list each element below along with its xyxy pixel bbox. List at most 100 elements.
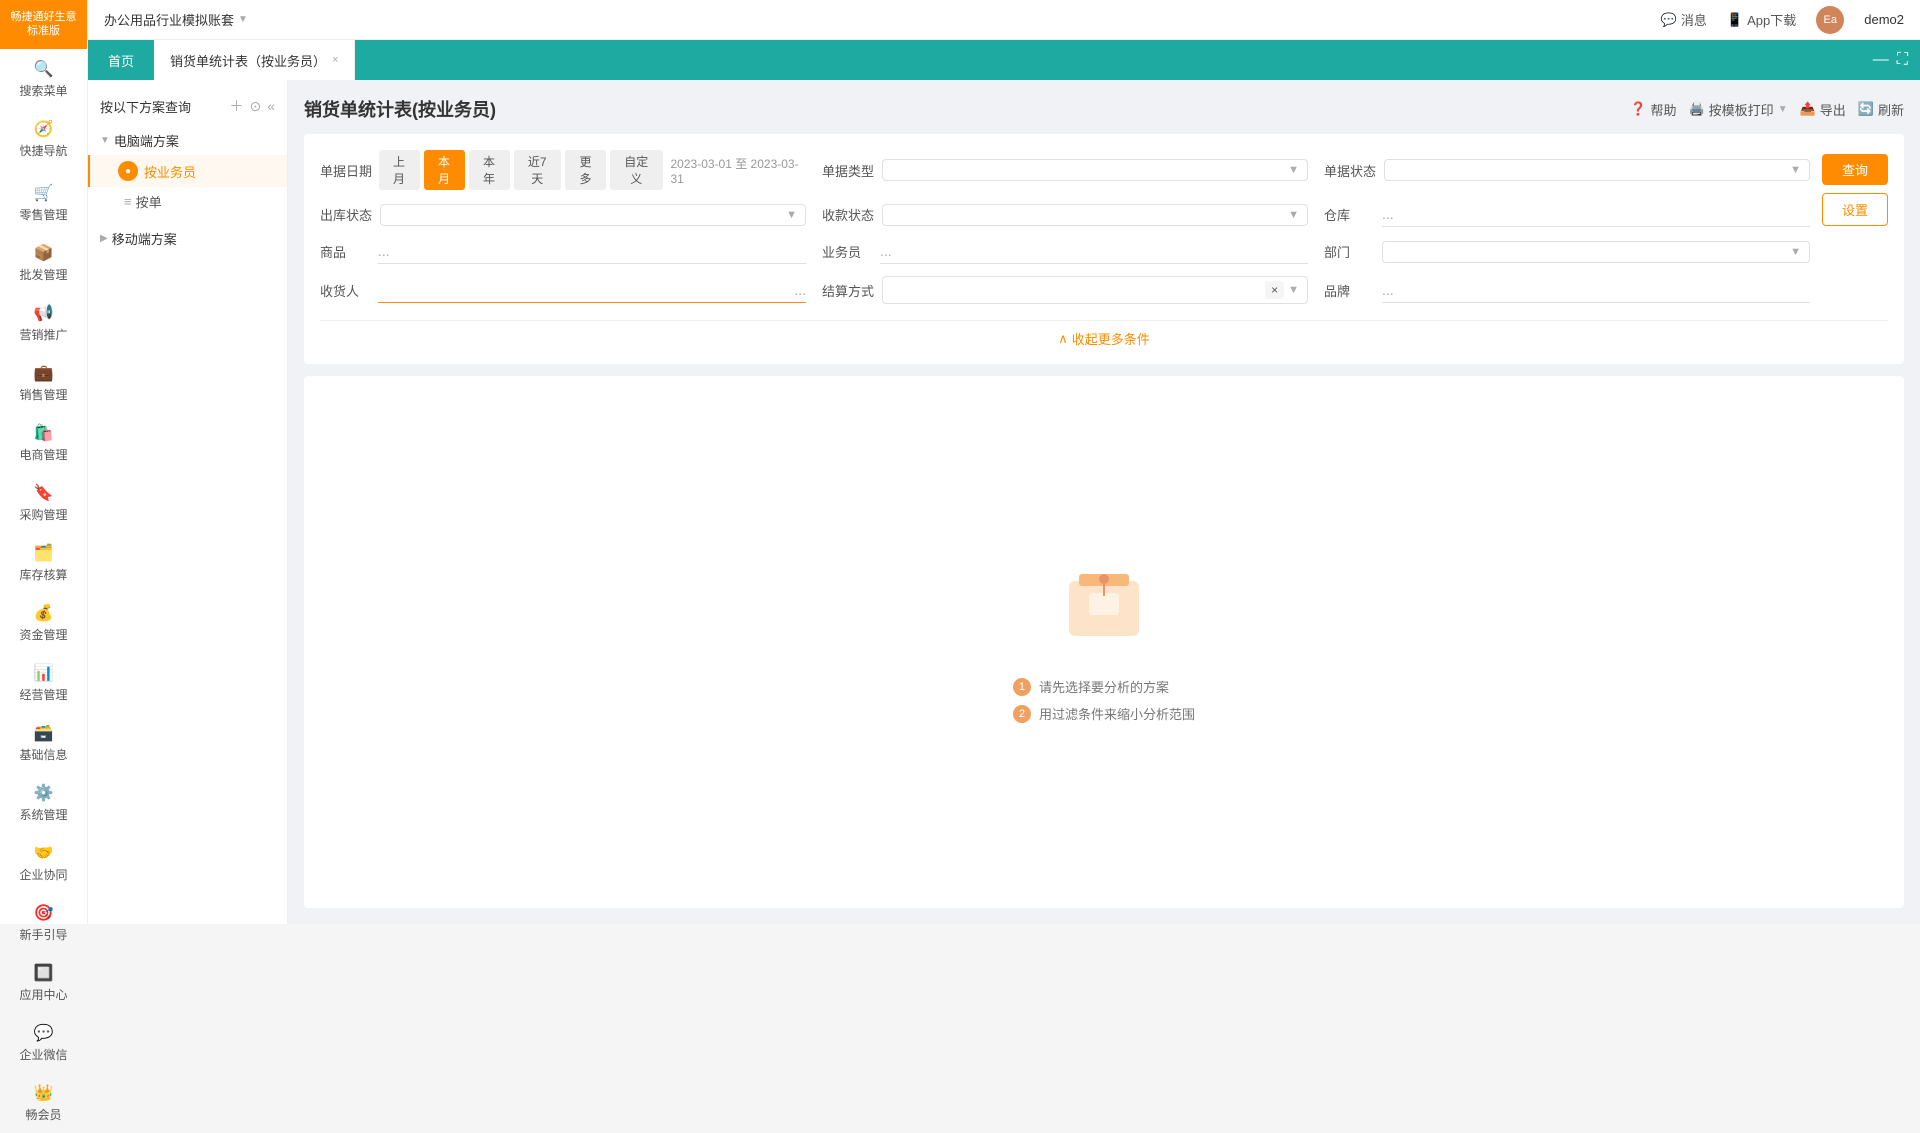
help-btn[interactable]: ❓ 帮助 <box>1630 100 1676 119</box>
query-btn[interactable]: 查询 <box>1822 154 1888 185</box>
sidebar-item-system[interactable]: ⚙️ 系统管理 <box>0 773 87 833</box>
sidebar-item-retail[interactable]: 🛒 零售管理 <box>0 173 87 233</box>
sidebar-newuser-label: 新手引导 <box>19 926 67 943</box>
date-btn-this-year[interactable]: 本年 <box>469 150 510 190</box>
chevron-down-icon: ▼ <box>100 135 110 146</box>
avatar[interactable]: Ea <box>1816 6 1844 34</box>
sidebar-ecommerce-label: 电商管理 <box>19 446 67 463</box>
print-btn[interactable]: 🖨️ 按模板打印 ▼ <box>1688 100 1787 119</box>
app-selector[interactable]: 办公用品行业模拟账套 ▼ <box>104 10 248 29</box>
date-btn-this-month[interactable]: 本月 <box>424 150 465 190</box>
date-btn-7days[interactable]: 近7天 <box>514 150 561 190</box>
sidebar-item-finance[interactable]: 💰 资金管理 <box>0 593 87 653</box>
tab-minimize-btn[interactable]: — <box>1873 51 1889 69</box>
empty-illustration <box>1054 561 1154 661</box>
collapse-btn[interactable]: ∧ 收起更多条件 <box>320 320 1888 348</box>
out-status-select[interactable]: ▼ <box>380 204 806 226</box>
refresh-icon: 🔄 <box>1858 101 1874 117</box>
date-btn-more[interactable]: 更多 <box>565 150 606 190</box>
sidebar-item-member[interactable]: 👑 畅会员 <box>0 1073 87 1133</box>
tab-close-icon[interactable]: × <box>332 54 338 66</box>
sidebar-finance-label: 资金管理 <box>19 626 67 643</box>
filter-product: 商品 ... <box>320 239 806 264</box>
filter-area: 单据日期 上月 本月 本年 近7天 更多 自定义 2023-03-01 至 20… <box>304 134 1904 364</box>
tab-expand-btn[interactable]: ⛶ <box>1897 51 1908 69</box>
sidebar-item-marketing[interactable]: 📢 营销推广 <box>0 293 87 353</box>
add-scheme-icon[interactable]: ＋ <box>229 96 243 116</box>
page-title: 销货单统计表(按业务员) <box>304 96 496 122</box>
tab-home[interactable]: 首页 <box>88 40 154 80</box>
payment-tag-close[interactable]: × <box>1271 283 1278 297</box>
doc-status-select[interactable]: ▼ <box>1384 159 1810 181</box>
export-btn[interactable]: 📤 导出 <box>1800 100 1846 119</box>
filter-buttons: 查询 设置 <box>1822 150 1888 304</box>
sidebar-purchase-label: 采购管理 <box>19 506 67 523</box>
scheme-order-label: 按单 <box>136 192 162 211</box>
department-select[interactable]: ▼ <box>1382 241 1810 263</box>
scheme-group-desktop-header[interactable]: ▼ 电脑端方案 <box>88 126 287 155</box>
doc-type-select[interactable]: ▼ <box>882 159 1308 181</box>
sidebar-item-shortcut[interactable]: 🧭 快捷导航 <box>0 109 87 169</box>
doc-status-label: 单据状态 <box>1324 161 1376 180</box>
inventory-icon: 🗂️ <box>34 543 54 563</box>
product-dots[interactable]: ... <box>378 243 390 259</box>
receiver-input[interactable] <box>378 282 794 297</box>
sidebar-item-enterprise[interactable]: 🤝 企业协同 <box>0 833 87 893</box>
edit-scheme-icon[interactable]: ⊙ <box>249 98 261 115</box>
scheme-group-mobile-header[interactable]: ▶ 移动端方案 <box>88 224 287 253</box>
collapse-panel-icon[interactable]: « <box>267 98 275 114</box>
receipt-status-select[interactable]: ▼ <box>882 204 1308 226</box>
sidebar-item-wechat[interactable]: 💬 企业微信 <box>0 1013 87 1073</box>
filter-date: 单据日期 上月 本月 本年 近7天 更多 自定义 2023-03-01 至 20… <box>320 150 806 190</box>
sidebar-item-newuser[interactable]: 🎯 新手引导 <box>0 893 87 953</box>
scheme-item-salesperson[interactable]: ● 按业务员 <box>88 155 287 187</box>
ecommerce-icon: 🛍️ <box>34 423 54 443</box>
sidebar-wholesale-label: 批发管理 <box>19 266 67 283</box>
app-download-btn[interactable]: 📱 App下载 <box>1727 10 1796 29</box>
sidebar-item-ecommerce[interactable]: 🛍️ 电商管理 <box>0 413 87 473</box>
sidebar-item-wholesale[interactable]: 📦 批发管理 <box>0 233 87 293</box>
wholesale-icon: 📦 <box>34 243 54 263</box>
sidebar-item-inventory[interactable]: 🗂️ 库存核算 <box>0 533 87 593</box>
scheme-group-desktop-label: 电脑端方案 <box>114 131 179 150</box>
receipt-status-label: 收款状态 <box>822 205 874 224</box>
sidebar-item-purchase[interactable]: 🔖 采购管理 <box>0 473 87 533</box>
sidebar: 畅捷通好生意 标准版 🔍 搜索菜单 🧭 快捷导航 🛒 零售管理 📦 批发管理 📢… <box>0 0 88 924</box>
sidebar-item-operations[interactable]: 📊 经营管理 <box>0 653 87 713</box>
warehouse-dots[interactable]: ... <box>1382 206 1394 222</box>
left-panel-icons: ＋ ⊙ « <box>229 96 275 116</box>
scheme-group-desktop: ▼ 电脑端方案 ● 按业务员 ≡ 按单 <box>88 122 287 220</box>
sidebar-item-appcenter[interactable]: 🔲 应用中心 <box>0 953 87 1013</box>
export-icon: 📤 <box>1800 101 1816 117</box>
filter-row-4: 收货人 ... 结算方式 <box>320 276 1810 304</box>
scheme-item-order[interactable]: ≡ 按单 <box>88 187 287 216</box>
filter-out-status: 出库状态 ▼ <box>320 204 806 226</box>
filter-department: 部门 ▼ <box>1324 241 1810 263</box>
sidebar-item-basic[interactable]: 🗃️ 基础信息 <box>0 713 87 773</box>
filter-row-2: 出库状态 ▼ 收款状态 ▼ <box>320 202 1810 227</box>
tab-active[interactable]: 销货单统计表（按业务员） × <box>154 40 355 80</box>
purchase-icon: 🔖 <box>34 483 54 503</box>
message-btn[interactable]: 💬 消息 <box>1661 10 1707 29</box>
newuser-icon: 🎯 <box>34 903 54 923</box>
date-range-text: 2023-03-01 至 2023-03-31 <box>671 155 807 186</box>
settings-btn[interactable]: 设置 <box>1822 193 1888 226</box>
refresh-btn[interactable]: 🔄 刷新 <box>1858 100 1904 119</box>
collapse-arrow-icon: ∧ <box>1058 331 1068 347</box>
payment-select[interactable]: × ▼ <box>882 276 1308 304</box>
date-btn-custom[interactable]: 自定义 <box>610 150 663 190</box>
sidebar-member-label: 畅会员 <box>25 1106 61 1123</box>
department-arrow-icon: ▼ <box>1790 246 1801 258</box>
payment-arrow-icon: ▼ <box>1288 284 1299 296</box>
receiver-dots[interactable]: ... <box>794 282 806 298</box>
salesperson-dots[interactable]: ... <box>880 243 892 259</box>
date-btn-last-month[interactable]: 上月 <box>379 150 420 190</box>
salesperson-input-wrap: ... <box>880 239 1308 264</box>
sidebar-item-sales[interactable]: 💼 销售管理 <box>0 353 87 413</box>
sidebar-item-search[interactable]: 🔍 搜索菜单 <box>0 49 87 109</box>
left-panel-header: 按以下方案查询 ＋ ⊙ « <box>88 90 287 122</box>
sidebar-marketing-label: 营销推广 <box>19 326 67 343</box>
brand-dots[interactable]: ... <box>1382 282 1394 298</box>
help-icon: ❓ <box>1630 101 1646 117</box>
sidebar-wechat-label: 企业微信 <box>19 1046 67 1063</box>
